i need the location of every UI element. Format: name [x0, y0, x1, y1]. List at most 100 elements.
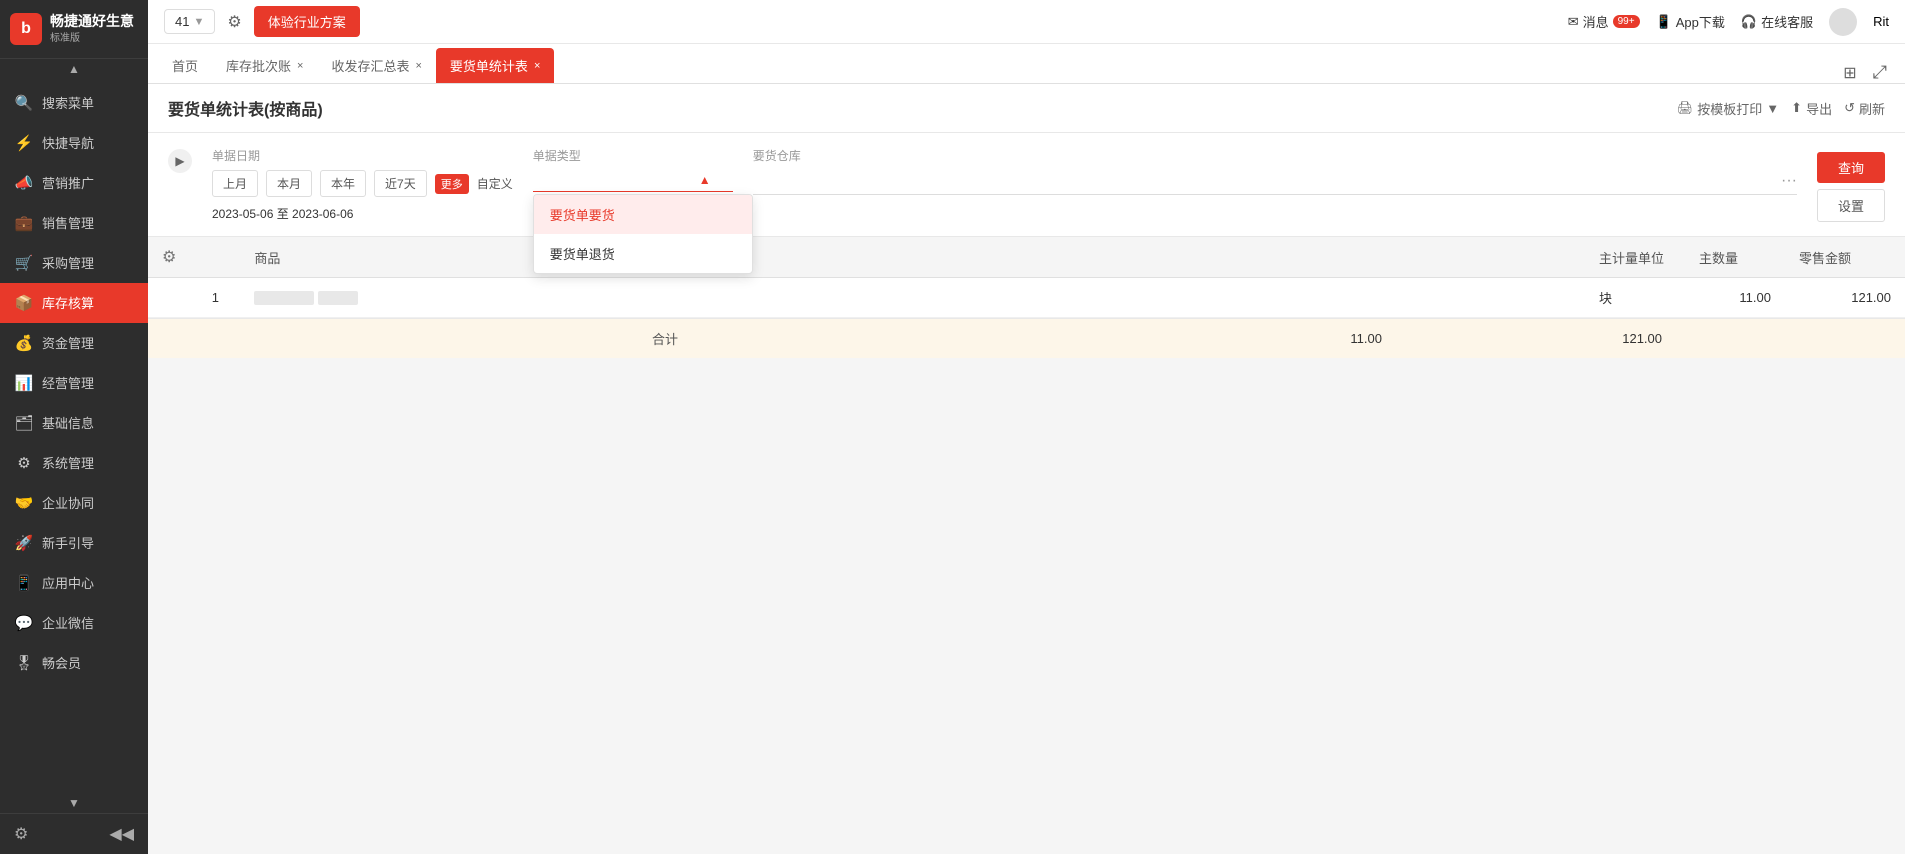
dropdown-item-order-goods[interactable]: 要货单要货 [534, 195, 752, 234]
table-wrapper: ⚙ 商品 主计量单位 主数量 零售金额 [148, 237, 1905, 358]
col-header-qty: 主数量 [1685, 237, 1785, 278]
filter-expand-btn[interactable]: ▶ [168, 149, 192, 173]
product-bar-1 [254, 291, 314, 305]
online-service-btn[interactable]: 🎧 在线客服 [1741, 12, 1813, 31]
message-icon: ✉ [1568, 14, 1579, 30]
sidebar-item-label: 新手引导 [42, 533, 94, 552]
data-table: ⚙ 商品 主计量单位 主数量 零售金额 [148, 237, 1905, 318]
sidebar-item-system[interactable]: ⚙ 系统管理 [0, 443, 148, 483]
sidebar-item-finance[interactable]: 💰 资金管理 [0, 323, 148, 363]
page-actions: 🖨 按模板打印 ▼ ⬆ 导出 ↺ 刷新 [1677, 99, 1885, 118]
app-download-btn[interactable]: 📱 App下载 [1656, 12, 1725, 31]
col-header-product: 商品 [240, 237, 1585, 278]
row-num-cell: 1 [190, 278, 240, 318]
service-icon: 🎧 [1741, 14, 1757, 30]
purchase-icon: 🛒 [14, 253, 34, 273]
quick-nav-icon: ⚡ [14, 133, 34, 153]
topbar-gear-icon[interactable]: ⚙ [227, 12, 241, 32]
sidebar-item-member[interactable]: 🎖 畅会员 [0, 643, 148, 683]
tab-inventory-batch[interactable]: 库存批次账 × [212, 46, 317, 83]
system-icon: ⚙ [14, 453, 34, 473]
sidebar-nav: 🔍 搜索菜单⚡ 快捷导航📣 营销推广💼 销售管理🛒 采购管理📦 库存核算💰 资金… [0, 79, 148, 793]
type-input[interactable] [533, 172, 693, 187]
sidebar-scroll-down[interactable]: ▼ [0, 793, 148, 813]
messages-btn[interactable]: ✉ 消息 99+ [1568, 12, 1640, 31]
warehouse-select[interactable]: ··· [753, 168, 1797, 195]
date-filter-label: 单据日期 [212, 147, 513, 164]
sidebar-item-search[interactable]: 🔍 搜索菜单 [0, 83, 148, 123]
sidebar-item-operations[interactable]: 📊 经营管理 [0, 363, 148, 403]
product-bar-2 [318, 291, 358, 305]
row-settings-cell [148, 278, 190, 318]
page-title: 要货单统计表(按商品) [168, 96, 323, 120]
footer-price-value: 121.00 [1582, 331, 1662, 346]
warehouse-more-icon[interactable]: ··· [1781, 172, 1797, 190]
tab-receivables[interactable]: 收发存汇总表 × [317, 46, 435, 83]
refresh-icon: ↺ [1844, 100, 1855, 116]
sidebar-item-purchase[interactable]: 🛒 采购管理 [0, 243, 148, 283]
topbar: 41 ▼ ⚙ 体验行业方案 ✉ 消息 99+ 📱 App下载 🎧 在线客服 Ri… [148, 0, 1905, 44]
export-btn[interactable]: ⬆ 导出 [1791, 99, 1832, 118]
filter-action-btns: 查询 设置 [1817, 152, 1885, 222]
type-dropdown-container: ▲ 要货单要货 要货单退货 [533, 168, 733, 192]
type-filter-group: 单据类型 ▲ 要货单要货 要货单退货 [533, 147, 733, 192]
dropdown-item-order-return[interactable]: 要货单退货 [534, 234, 752, 273]
sidebar-scroll-up[interactable]: ▲ [0, 59, 148, 79]
prev-month-btn[interactable]: 上月 [212, 170, 258, 197]
page-header: 要货单统计表(按商品) 🖨 按模板打印 ▼ ⬆ 导出 ↺ 刷新 [148, 84, 1905, 133]
sidebar-item-label: 资金管理 [42, 333, 94, 352]
tabs-bar: 首页 库存批次账 × 收发存汇总表 × 要货单统计表 × ⊞ ⤢ [148, 44, 1905, 84]
col-header-settings: ⚙ [148, 237, 190, 278]
trial-button[interactable]: 体验行业方案 [254, 6, 360, 37]
sidebar-item-app-center[interactable]: 📱 应用中心 [0, 563, 148, 603]
more-date-badge[interactable]: 更多 [435, 174, 469, 194]
refresh-btn[interactable]: ↺ 刷新 [1844, 99, 1885, 118]
collapse-icon[interactable]: ◀◀ [109, 824, 134, 844]
sidebar-item-quick-nav[interactable]: ⚡ 快捷导航 [0, 123, 148, 163]
sidebar-item-base-info[interactable]: 🗂 基础信息 [0, 403, 148, 443]
sales-icon: 💼 [14, 213, 34, 233]
settings-icon[interactable]: ⚙ [14, 824, 28, 844]
col-header-price: 零售金额 [1785, 237, 1905, 278]
query-btn[interactable]: 查询 [1817, 152, 1885, 183]
close-tab-order-stats-icon[interactable]: × [534, 60, 540, 72]
sidebar-item-enterprise-wechat[interactable]: 💬 企业微信 [0, 603, 148, 643]
sidebar-item-enterprise[interactable]: 🤝 企业协同 [0, 483, 148, 523]
sidebar-item-label: 企业微信 [42, 613, 94, 632]
sidebar-item-sales[interactable]: 💼 销售管理 [0, 203, 148, 243]
recent7-btn[interactable]: 近7天 [374, 170, 427, 197]
phone-icon: 📱 [1656, 14, 1672, 30]
filter-settings-btn[interactable]: 设置 [1817, 189, 1885, 222]
app-center-icon: 📱 [14, 573, 34, 593]
sidebar-item-label: 销售管理 [42, 213, 94, 232]
type-select[interactable]: ▲ [533, 168, 733, 192]
sidebar-item-label: 采购管理 [42, 253, 94, 272]
date-filter-group: 单据日期 上月 本月 本年 近7天 更多 自定义 2023-05-06 至 20… [212, 147, 513, 222]
tab-fullscreen-btn[interactable]: ⤢ [1865, 62, 1895, 83]
type-arrow-icon[interactable]: ▲ [699, 173, 711, 187]
sidebar-item-label: 基础信息 [42, 413, 94, 432]
this-month-btn[interactable]: 本月 [266, 170, 312, 197]
sidebar-item-marketing[interactable]: 📣 营销推广 [0, 163, 148, 203]
close-tab-receivables-icon[interactable]: × [415, 60, 421, 72]
company-selector[interactable]: 41 ▼ [164, 9, 215, 34]
this-year-btn[interactable]: 本年 [320, 170, 366, 197]
table-gear-icon[interactable]: ⚙ [162, 249, 176, 266]
close-tab-inventory-batch-icon[interactable]: × [297, 60, 303, 72]
tab-expand-btn[interactable]: ⊞ [1835, 63, 1864, 83]
print-btn[interactable]: 🖨 按模板打印 ▼ [1677, 99, 1779, 118]
custom-date-btn[interactable]: 自定义 [477, 175, 513, 192]
enterprise-wechat-icon: 💬 [14, 613, 34, 633]
sidebar-item-inventory[interactable]: 📦 库存核算 [0, 283, 148, 323]
user-avatar[interactable] [1829, 8, 1857, 36]
date-btn-group: 上月 本月 本年 近7天 更多 自定义 [212, 170, 513, 197]
sidebar-item-newbie[interactable]: 🚀 新手引导 [0, 523, 148, 563]
table-row: 1 块 11.00 121.00 [148, 278, 1905, 318]
row-qty-cell: 11.00 [1685, 278, 1785, 318]
row-product-cell [240, 278, 1585, 318]
row-unit-cell: 块 [1585, 278, 1685, 318]
col-header-num [190, 237, 240, 278]
tab-order-stats[interactable]: 要货单统计表 × [436, 48, 554, 83]
date-range-display: 2023-05-06 至 2023-06-06 [212, 205, 513, 222]
tab-home[interactable]: 首页 [158, 46, 212, 83]
